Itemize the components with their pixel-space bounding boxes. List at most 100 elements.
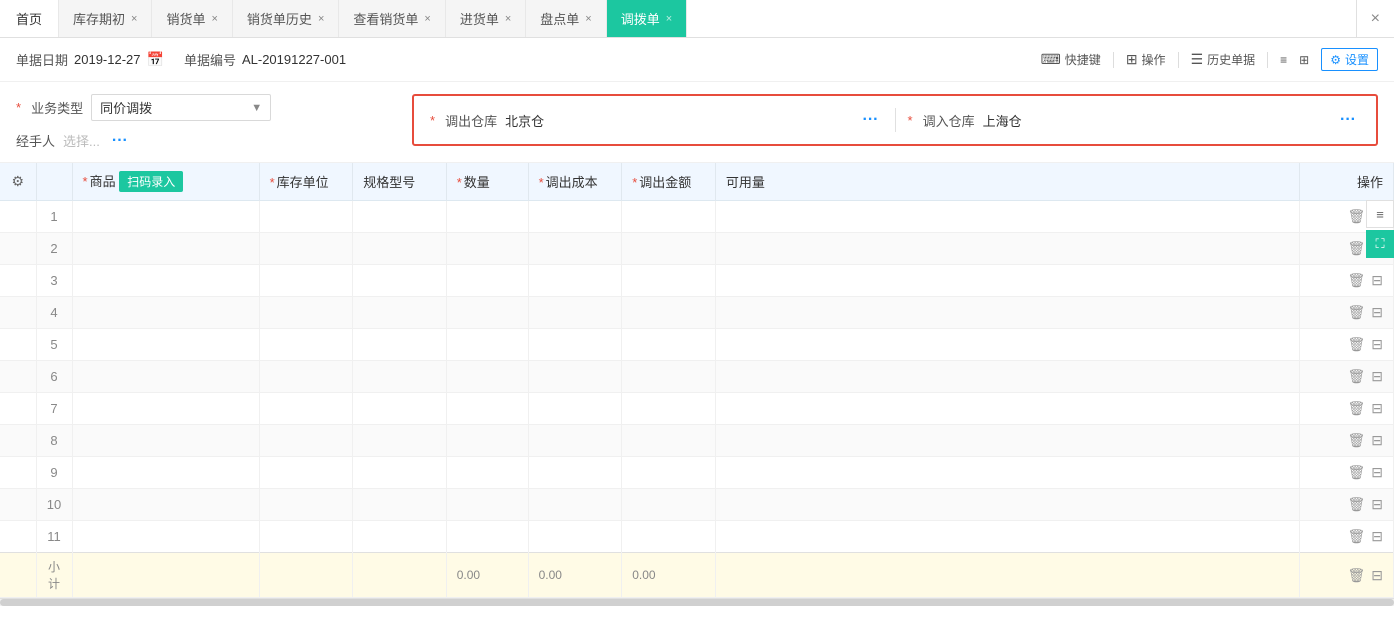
copy-row-icon[interactable]: ⊟: [1371, 304, 1383, 321]
row-num-cell: 2: [36, 233, 72, 265]
row-goods-cell[interactable]: [72, 329, 259, 361]
row-goods-cell[interactable]: [72, 521, 259, 553]
row-goods-cell[interactable]: [72, 361, 259, 393]
tab-sales-order-label: 销货单: [166, 9, 205, 28]
tab-sales-order-close[interactable]: ×: [211, 13, 217, 25]
delete-row-icon[interactable]: 🗑: [1347, 496, 1365, 513]
in-warehouse-field: * 调入仓库 上海仓 ···: [908, 111, 1361, 130]
out-warehouse-more-button[interactable]: ···: [859, 111, 883, 129]
col-spec: 规格型号: [353, 163, 447, 201]
calendar-icon[interactable]: 📅: [147, 51, 164, 68]
tab-view-sales[interactable]: 查看销货单 ×: [339, 0, 445, 37]
operation-label: 操作: [1142, 51, 1166, 68]
row-unit-cell: [259, 393, 353, 425]
delete-row-icon[interactable]: 🗑: [1347, 400, 1365, 417]
layout-list-button[interactable]: ≡: [1280, 53, 1287, 67]
row-cost-cell: [528, 297, 622, 329]
row-num-cell: 5: [36, 329, 72, 361]
toolbar-divider-3: [1267, 52, 1268, 68]
col-settings: ⚙: [0, 163, 36, 201]
copy-row-icon[interactable]: ⊟: [1371, 400, 1383, 417]
row-goods-cell[interactable]: [72, 265, 259, 297]
tab-inventory-init[interactable]: 库存期初 ×: [59, 0, 152, 37]
row-goods-cell[interactable]: [72, 489, 259, 521]
tab-sales-history-close[interactable]: ×: [318, 13, 324, 25]
in-warehouse-more-button[interactable]: ···: [1336, 111, 1360, 129]
tab-purchase-order-close[interactable]: ×: [505, 13, 511, 25]
delete-row-icon[interactable]: 🗑: [1347, 272, 1365, 289]
table-settings-icon[interactable]: ⚙: [11, 173, 24, 189]
row-goods-cell[interactable]: [72, 425, 259, 457]
subtotal-copy-icon[interactable]: ⊟: [1371, 567, 1383, 584]
copy-row-icon[interactable]: ⊟: [1371, 272, 1383, 289]
shortcut-label: 快捷键: [1065, 51, 1101, 68]
delete-row-icon[interactable]: 🗑: [1347, 368, 1365, 385]
row-spec-cell: [353, 521, 447, 553]
horizontal-scrollbar[interactable]: [0, 598, 1394, 606]
in-warehouse-label: 调入仓库: [923, 111, 975, 130]
row-settings-cell: [0, 393, 36, 425]
copy-row-icon[interactable]: ⊟: [1371, 464, 1383, 481]
tab-sales-history[interactable]: 销货单历史 ×: [233, 0, 339, 37]
tab-transfer[interactable]: 调拨单 ×: [607, 0, 687, 37]
tab-purchase-order[interactable]: 进货单 ×: [446, 0, 526, 37]
tab-stocktake[interactable]: 盘点单 ×: [526, 0, 606, 37]
doc-number-field: 单据编号 AL-20191227-001: [184, 50, 346, 69]
delete-row-icon[interactable]: 🗑: [1347, 304, 1365, 321]
copy-row-icon[interactable]: ⊟: [1371, 336, 1383, 353]
row-settings-cell: [0, 233, 36, 265]
delete-row-icon[interactable]: 🗑: [1347, 528, 1365, 545]
shortcut-button[interactable]: ⌨ 快捷键: [1041, 51, 1101, 68]
tab-inventory-init-close[interactable]: ×: [131, 13, 137, 25]
row-goods-cell[interactable]: [72, 233, 259, 265]
layout-grid-button[interactable]: ⊞: [1299, 53, 1309, 67]
subtotal-delete-icon[interactable]: 🗑: [1347, 567, 1365, 584]
copy-row-icon[interactable]: ⊟: [1371, 528, 1383, 545]
tab-stocktake-close[interactable]: ×: [585, 13, 591, 25]
delete-row-icon[interactable]: 🗑: [1347, 336, 1365, 353]
person-more-button[interactable]: ···: [108, 132, 132, 150]
table-container: ⚙ *商品 扫码录入 *库存单位 规格型号 *数量 *调出成本: [0, 163, 1394, 598]
scan-entry-button[interactable]: 扫码录入: [119, 171, 183, 192]
tab-transfer-close[interactable]: ×: [666, 13, 672, 25]
tab-view-sales-close[interactable]: ×: [424, 13, 430, 25]
delete-row-icon[interactable]: 🗑: [1347, 432, 1365, 449]
subtotal-available: [715, 553, 1300, 598]
tab-home[interactable]: 首页: [0, 0, 59, 37]
row-goods-cell[interactable]: [72, 201, 259, 233]
row-unit-cell: [259, 329, 353, 361]
row-num-cell: 7: [36, 393, 72, 425]
row-available-cell: [715, 489, 1300, 521]
person-field: 经手人 选择... ···: [16, 131, 396, 150]
row-spec-cell: [353, 329, 447, 361]
tab-sales-order[interactable]: 销货单 ×: [152, 0, 232, 37]
person-select[interactable]: 选择...: [63, 131, 100, 150]
row-spec-cell: [353, 489, 447, 521]
table-row: 7 🗑 ⊟: [0, 393, 1394, 425]
side-list-button[interactable]: ≡: [1366, 200, 1394, 228]
subtotal-settings: [0, 553, 36, 598]
row-num-cell: 10: [36, 489, 72, 521]
delete-row-icon[interactable]: 🗑: [1347, 208, 1365, 225]
delete-row-icon[interactable]: 🗑: [1347, 240, 1365, 257]
copy-row-icon[interactable]: ⊟: [1371, 368, 1383, 385]
settings-button[interactable]: ⚙ 设置: [1321, 48, 1378, 71]
row-available-cell: [715, 329, 1300, 361]
side-link-button[interactable]: ⛶: [1366, 230, 1394, 258]
copy-row-icon[interactable]: ⊟: [1371, 432, 1383, 449]
row-settings-cell: [0, 425, 36, 457]
window-close-button[interactable]: ×: [1356, 0, 1394, 37]
scroll-thumb[interactable]: [0, 599, 1394, 606]
business-type-select[interactable]: 同价调拨 ▼: [91, 94, 271, 121]
operation-button[interactable]: ⊞ 操作: [1126, 51, 1166, 68]
row-goods-cell[interactable]: [72, 297, 259, 329]
row-goods-cell[interactable]: [72, 393, 259, 425]
history-button[interactable]: ☰ 历史单据: [1191, 51, 1256, 68]
history-label: 历史单据: [1207, 51, 1255, 68]
delete-row-icon[interactable]: 🗑: [1347, 464, 1365, 481]
row-goods-cell[interactable]: [72, 457, 259, 489]
row-num-cell: 11: [36, 521, 72, 553]
row-amount-cell: [622, 233, 716, 265]
copy-row-icon[interactable]: ⊟: [1371, 496, 1383, 513]
col-available: 可用量: [715, 163, 1300, 201]
